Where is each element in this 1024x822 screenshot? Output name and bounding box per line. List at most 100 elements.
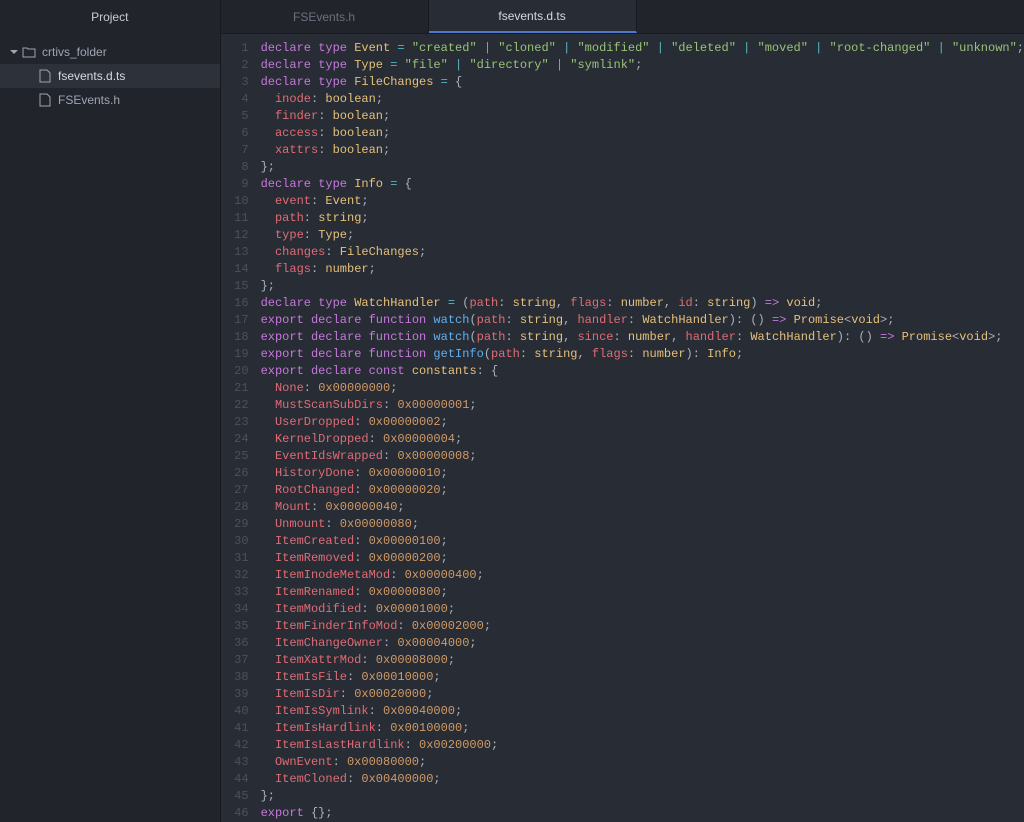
line-number: 46 bbox=[221, 805, 249, 822]
line-number: 33 bbox=[221, 584, 249, 601]
line-number: 18 bbox=[221, 329, 249, 346]
code-line[interactable]: Unmount: 0x00000080; bbox=[261, 516, 1024, 533]
code-line[interactable]: finder: boolean; bbox=[261, 108, 1024, 125]
line-number: 21 bbox=[221, 380, 249, 397]
line-number: 26 bbox=[221, 465, 249, 482]
chevron-down-icon bbox=[8, 46, 20, 58]
line-number: 37 bbox=[221, 652, 249, 669]
line-number: 19 bbox=[221, 346, 249, 363]
tree-file[interactable]: fsevents.d.ts bbox=[0, 64, 220, 88]
tab[interactable]: fsevents.d.ts bbox=[429, 0, 637, 33]
code-line[interactable]: inode: boolean; bbox=[261, 91, 1024, 108]
code-line[interactable]: ItemCloned: 0x00400000; bbox=[261, 771, 1024, 788]
line-number: 2 bbox=[221, 57, 249, 74]
code-line[interactable]: event: Event; bbox=[261, 193, 1024, 210]
tree-file[interactable]: FSEvents.h bbox=[0, 88, 220, 112]
line-number: 34 bbox=[221, 601, 249, 618]
line-number: 11 bbox=[221, 210, 249, 227]
code-line[interactable]: ItemXattrMod: 0x00008000; bbox=[261, 652, 1024, 669]
code-line[interactable]: declare type WatchHandler = (path: strin… bbox=[261, 295, 1024, 312]
code-line[interactable]: ItemInodeMetaMod: 0x00000400; bbox=[261, 567, 1024, 584]
line-number: 40 bbox=[221, 703, 249, 720]
code-line[interactable]: ItemFinderInfoMod: 0x00002000; bbox=[261, 618, 1024, 635]
code-line[interactable]: ItemRenamed: 0x00000800; bbox=[261, 584, 1024, 601]
code-line[interactable]: access: boolean; bbox=[261, 125, 1024, 142]
code-line[interactable]: export {}; bbox=[261, 805, 1024, 822]
code-line[interactable]: }; bbox=[261, 788, 1024, 805]
code-line[interactable]: None: 0x00000000; bbox=[261, 380, 1024, 397]
line-number: 27 bbox=[221, 482, 249, 499]
line-number: 45 bbox=[221, 788, 249, 805]
code-line[interactable]: type: Type; bbox=[261, 227, 1024, 244]
tree-folder[interactable]: crtivs_folder bbox=[0, 40, 220, 64]
line-number: 16 bbox=[221, 295, 249, 312]
code-line[interactable]: }; bbox=[261, 278, 1024, 295]
tree-file-label: FSEvents.h bbox=[58, 93, 120, 107]
line-number: 25 bbox=[221, 448, 249, 465]
line-number: 12 bbox=[221, 227, 249, 244]
line-number: 17 bbox=[221, 312, 249, 329]
code-line[interactable]: HistoryDone: 0x00000010; bbox=[261, 465, 1024, 482]
line-number: 32 bbox=[221, 567, 249, 584]
code-line[interactable]: ItemCreated: 0x00000100; bbox=[261, 533, 1024, 550]
line-number: 35 bbox=[221, 618, 249, 635]
code-area[interactable]: declare type Event = "created" | "cloned… bbox=[261, 34, 1024, 822]
line-number: 3 bbox=[221, 74, 249, 91]
sidebar-title: Project bbox=[0, 0, 220, 34]
line-number: 42 bbox=[221, 737, 249, 754]
line-number: 1 bbox=[221, 40, 249, 57]
code-line[interactable]: ItemModified: 0x00001000; bbox=[261, 601, 1024, 618]
line-number: 22 bbox=[221, 397, 249, 414]
code-line[interactable]: changes: FileChanges; bbox=[261, 244, 1024, 261]
code-line[interactable]: ItemIsLastHardlink: 0x00200000; bbox=[261, 737, 1024, 754]
code-line[interactable]: path: string; bbox=[261, 210, 1024, 227]
line-number: 4 bbox=[221, 91, 249, 108]
line-number: 39 bbox=[221, 686, 249, 703]
code-line[interactable]: export declare const constants: { bbox=[261, 363, 1024, 380]
code-line[interactable]: declare type FileChanges = { bbox=[261, 74, 1024, 91]
line-number: 6 bbox=[221, 125, 249, 142]
code-line[interactable]: UserDropped: 0x00000002; bbox=[261, 414, 1024, 431]
file-icon bbox=[38, 93, 52, 107]
line-number: 38 bbox=[221, 669, 249, 686]
code-line[interactable]: EventIdsWrapped: 0x00000008; bbox=[261, 448, 1024, 465]
editor[interactable]: 1234567891011121314151617181920212223242… bbox=[221, 34, 1024, 822]
code-line[interactable]: ItemIsDir: 0x00020000; bbox=[261, 686, 1024, 703]
code-line[interactable]: Mount: 0x00000040; bbox=[261, 499, 1024, 516]
code-line[interactable]: }; bbox=[261, 159, 1024, 176]
line-number: 28 bbox=[221, 499, 249, 516]
line-number: 7 bbox=[221, 142, 249, 159]
folder-icon bbox=[22, 45, 36, 59]
code-line[interactable]: KernelDropped: 0x00000004; bbox=[261, 431, 1024, 448]
spacer bbox=[24, 94, 36, 106]
tab[interactable]: FSEvents.h bbox=[221, 0, 429, 33]
code-line[interactable]: export declare function watch(path: stri… bbox=[261, 329, 1024, 346]
code-line[interactable]: MustScanSubDirs: 0x00000001; bbox=[261, 397, 1024, 414]
code-line[interactable]: export declare function getInfo(path: st… bbox=[261, 346, 1024, 363]
tree-folder-label: crtivs_folder bbox=[42, 45, 107, 59]
line-number: 13 bbox=[221, 244, 249, 261]
code-line[interactable]: declare type Type = "file" | "directory"… bbox=[261, 57, 1024, 74]
line-number: 8 bbox=[221, 159, 249, 176]
sidebar: Project crtivs_folder fsevents.d.ts FSEve… bbox=[0, 0, 221, 822]
code-line[interactable]: ItemChangeOwner: 0x00004000; bbox=[261, 635, 1024, 652]
code-line[interactable]: ItemIsFile: 0x00010000; bbox=[261, 669, 1024, 686]
code-line[interactable]: declare type Info = { bbox=[261, 176, 1024, 193]
code-line[interactable]: OwnEvent: 0x00080000; bbox=[261, 754, 1024, 771]
line-number: 10 bbox=[221, 193, 249, 210]
gutter: 1234567891011121314151617181920212223242… bbox=[221, 34, 261, 822]
line-number: 14 bbox=[221, 261, 249, 278]
code-line[interactable]: xattrs: boolean; bbox=[261, 142, 1024, 159]
code-line[interactable]: ItemIsHardlink: 0x00100000; bbox=[261, 720, 1024, 737]
code-line[interactable]: RootChanged: 0x00000020; bbox=[261, 482, 1024, 499]
code-line[interactable]: flags: number; bbox=[261, 261, 1024, 278]
line-number: 9 bbox=[221, 176, 249, 193]
code-line[interactable]: export declare function watch(path: stri… bbox=[261, 312, 1024, 329]
code-line[interactable]: ItemIsSymlink: 0x00040000; bbox=[261, 703, 1024, 720]
code-line[interactable]: declare type Event = "created" | "cloned… bbox=[261, 40, 1024, 57]
line-number: 23 bbox=[221, 414, 249, 431]
editor-pane: FSEvents.hfsevents.d.ts 1234567891011121… bbox=[221, 0, 1024, 822]
code-line[interactable]: ItemRemoved: 0x00000200; bbox=[261, 550, 1024, 567]
file-tree: crtivs_folder fsevents.d.ts FSEvents.h bbox=[0, 34, 220, 112]
spacer bbox=[24, 70, 36, 82]
